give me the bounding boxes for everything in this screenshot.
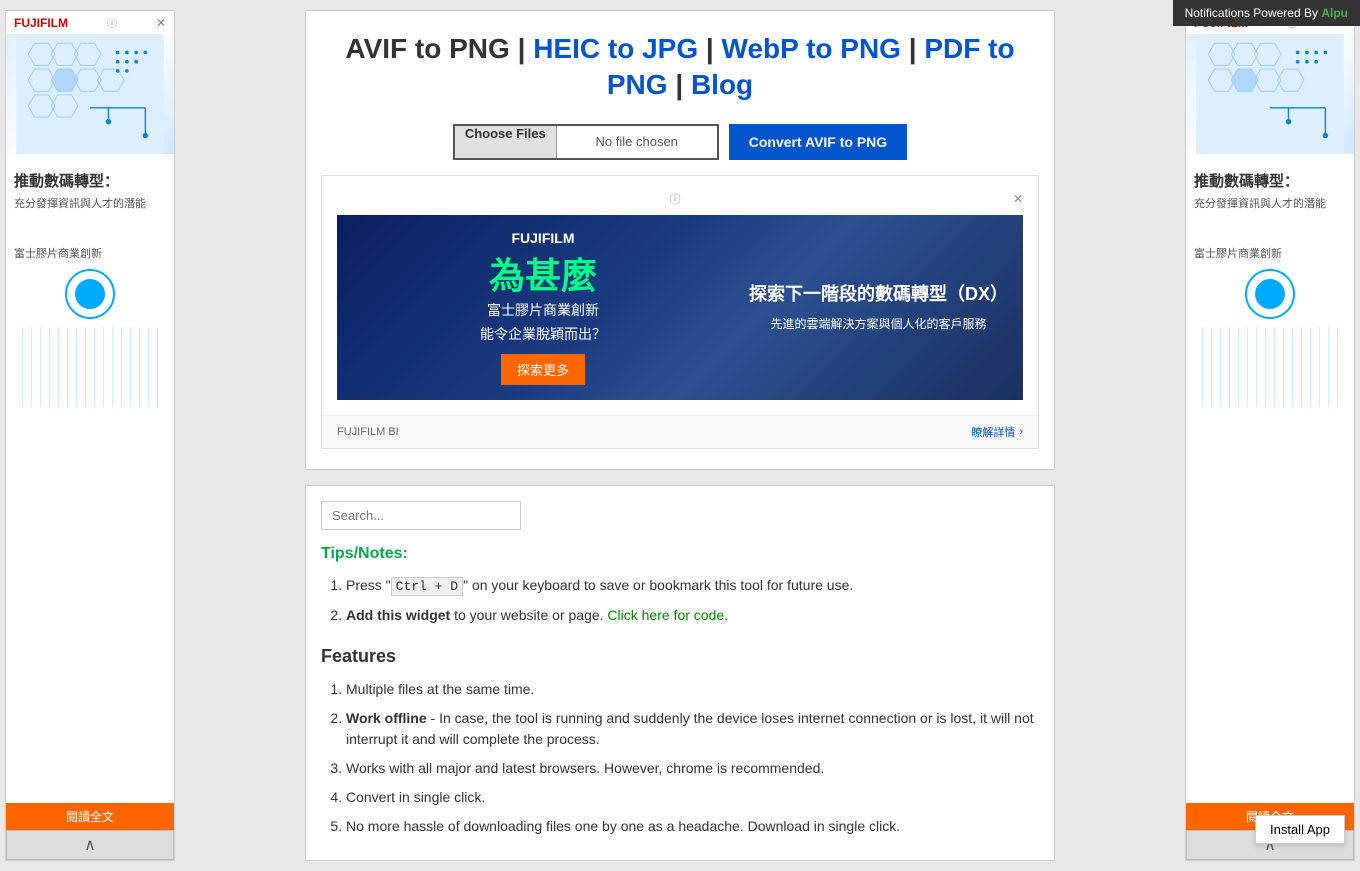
left-ad-close-btn[interactable]: ✕ — [156, 16, 166, 30]
title-heic-link[interactable]: HEIC to JPG — [533, 33, 698, 64]
fujifilm-explore-btn[interactable]: 探索更多 — [501, 354, 585, 385]
left-ad-info-icon: ⓘ — [107, 15, 117, 30]
title-sep2: | — [909, 33, 925, 64]
tips-list: Press "Ctrl + D" on your keyboard to sav… — [321, 575, 1039, 626]
ad-footer: FUJIFILM BI 瞭解詳情 › — [322, 415, 1038, 448]
choose-files-btn[interactable]: Choose Files — [455, 126, 557, 158]
title-sep3: | — [675, 69, 691, 100]
main-header: AVIF to PNG | HEIC to JPG | WebP to PNG … — [305, 10, 1055, 470]
convert-button[interactable]: Convert AVIF to PNG — [729, 124, 907, 160]
fujifilm-ad-right-sub: 先進的雲端解決方案與個人化的客戶服務 — [749, 315, 1008, 332]
main-title: AVIF to PNG | HEIC to JPG | WebP to PNG … — [321, 31, 1039, 104]
ad-footer-company: FUJIFILM BI — [337, 426, 399, 438]
left-ad-sub1: 充分發揮資訊與人才的潛能 — [14, 195, 166, 211]
fujifilm-ad-sub1: 富士膠片商業創新 — [352, 300, 734, 320]
right-ad-sub2: 富士膠片商業創新 — [1194, 245, 1346, 261]
left-ad-logo: FUJIFILM — [14, 16, 68, 30]
ad-header: ⓘ ✕ — [337, 191, 1023, 207]
ad-footer-arrow: › — [1019, 426, 1023, 438]
right-ad-circle — [1245, 269, 1295, 319]
ad-box-inner: ⓘ ✕ FUJIFILM 為甚麼 富士膠片商業創新 能令企業脫穎而出？ 探索更多… — [322, 176, 1038, 416]
fujifilm-ad-logo: FUJIFILM — [352, 230, 734, 246]
right-ad-title: 推動數碼轉型： — [1194, 170, 1346, 191]
tip-item-2: Add this widget to your website or page.… — [346, 605, 1039, 626]
install-app-button[interactable]: Install App — [1255, 815, 1345, 844]
left-ad-title: 推動數碼轉型： — [14, 170, 166, 191]
right-ad-sub1: 充分發揮資訊與人才的潛能 — [1194, 195, 1346, 211]
content-area: Tips/Notes: Press "Ctrl + D" on your key… — [305, 485, 1055, 861]
feature-item-4: Convert in single click. — [346, 787, 1039, 808]
title-webp-link[interactable]: WebP to PNG — [722, 33, 901, 64]
search-input[interactable] — [321, 501, 521, 530]
fujifilm-ad-sub2: 能令企業脫穎而出？ — [352, 324, 734, 344]
feature-item-1: Multiple files at the same time. — [346, 679, 1039, 700]
no-file-text: No file chosen — [557, 134, 717, 149]
title-sep1: | — [706, 33, 722, 64]
notification-brand: Alpu — [1321, 6, 1348, 20]
fujifilm-ad-right: 探索下一階段的數碼轉型（DX） 先進的雲端解決方案與個人化的客戶服務 — [749, 283, 1008, 331]
right-ad-hex-pattern — [1186, 34, 1354, 154]
add-widget-bold: Add this widget — [346, 607, 450, 623]
ad-box: ⓘ ✕ FUJIFILM 為甚麼 富士膠片商業創新 能令企業脫穎而出？ 探索更多… — [321, 175, 1039, 450]
fujifilm-ad-main-text: 為甚麼 — [352, 256, 734, 296]
kbd-shortcut: Ctrl + D — [391, 577, 463, 596]
left-ad-sub2: 富士膠片商業創新 — [14, 245, 166, 261]
left-sidebar-scroll-btn[interactable]: ∧ — [6, 830, 174, 860]
left-sidebar-ad: FUJIFILM ⓘ ✕ — [5, 10, 175, 861]
click-here-link[interactable]: Click here for code — [607, 607, 724, 623]
tip-item-1: Press "Ctrl + D" on your keyboard to sav… — [346, 575, 1039, 597]
features-list: Multiple files at the same time. Work of… — [321, 679, 1039, 837]
file-input-label[interactable]: Choose Files No file chosen — [453, 124, 719, 160]
feature-item-2: Work offline - In case, the tool is runn… — [346, 708, 1039, 750]
feature-bold-2: Work offline — [346, 710, 427, 726]
right-ad-content: 推動數碼轉型： 充分發揮資訊與人才的潛能 富士膠片商業創新 — [1186, 162, 1354, 803]
left-ad-content: 推動數碼轉型： 充分發揮資訊與人才的潛能 富士膠片商業創新 — [6, 162, 174, 803]
fujifilm-ad-left: FUJIFILM 為甚麼 富士膠片商業創新 能令企業脫穎而出？ 探索更多 — [352, 230, 734, 386]
feature-item-3: Works with all major and latest browsers… — [346, 758, 1039, 779]
main-content: AVIF to PNG | HEIC to JPG | WebP to PNG … — [290, 0, 1070, 871]
main-ad-close-btn[interactable]: ✕ — [1013, 192, 1023, 206]
ad-footer-link-text: 瞭解詳情 — [971, 424, 1015, 440]
tips-heading: Tips/Notes: — [321, 545, 1039, 563]
fujifilm-ad: FUJIFILM 為甚麼 富士膠片商業創新 能令企業脫穎而出？ 探索更多 探索下… — [337, 215, 1023, 401]
left-ad-info-row: FUJIFILM ⓘ ✕ — [6, 11, 174, 34]
left-ad-lines — [14, 327, 166, 407]
file-convert-row: Choose Files No file chosen Convert AVIF… — [321, 124, 1039, 160]
left-ad-hex-pattern — [6, 34, 174, 154]
title-avif: AVIF to PNG | — [345, 33, 533, 64]
right-sidebar-ad: FUJIFILM ⓘ ✕ — [1185, 10, 1355, 861]
left-ad-circle — [65, 269, 115, 319]
ad-info-icon: ⓘ — [669, 191, 680, 207]
fujifilm-ad-right-title: 探索下一階段的數碼轉型（DX） — [749, 283, 1008, 306]
ad-footer-link[interactable]: 瞭解詳情 › — [971, 424, 1023, 440]
title-blog-link[interactable]: Blog — [691, 69, 753, 100]
features-heading: Features — [321, 646, 1039, 667]
notification-bar: Notifications Powered By Alpu — [1173, 0, 1360, 26]
notification-text: Notifications Powered By — [1185, 6, 1318, 20]
left-ad-read-more[interactable]: 閱讀全文 — [6, 803, 174, 830]
right-ad-lines — [1194, 327, 1346, 407]
feature-item-5: No more hassle of downloading files one … — [346, 816, 1039, 837]
